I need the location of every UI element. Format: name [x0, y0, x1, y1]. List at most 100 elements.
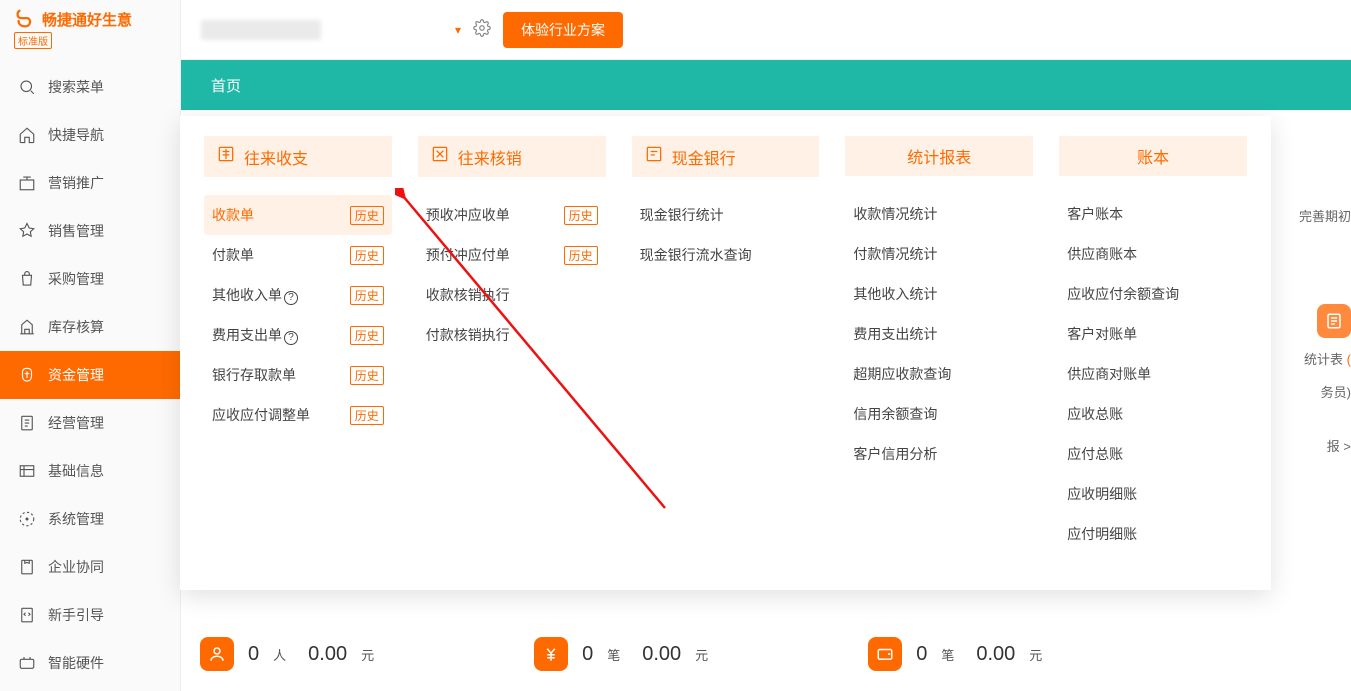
mega-column-4: 账本客户账本供应商账本应收应付余额查询客户对账单供应商对账单应收总账应付总账应收… — [1059, 136, 1247, 554]
history-tag[interactable]: 历史 — [564, 246, 598, 265]
sidebar-nav: 搜索菜单快捷导航营销推广销售管理采购管理库存核算资金管理经营管理基础信息系统管理… — [0, 53, 180, 691]
mega-item[interactable]: 费用支出统计 — [845, 314, 1033, 354]
mega-item-label: 客户对账单 — [1067, 324, 1137, 344]
sidebar-item-6[interactable]: 资金管理 — [0, 351, 180, 399]
mega-item[interactable]: 银行存取款单历史 — [204, 355, 392, 395]
mega-column-header: 统计报表 — [845, 136, 1033, 176]
sidebar-item-4[interactable]: 采购管理 — [0, 255, 180, 303]
history-tag[interactable]: 历史 — [350, 206, 384, 225]
mega-item[interactable]: 供应商对账单 — [1059, 354, 1247, 394]
mega-item-label: 现金银行流水查询 — [640, 245, 752, 265]
help-icon: ? — [284, 331, 298, 345]
mega-item-label: 收款核销执行 — [426, 285, 510, 305]
mega-item[interactable]: 应付明细账 — [1059, 514, 1247, 554]
mega-item[interactable]: 其他收入单?历史 — [204, 275, 392, 315]
stat-unit: 人 — [273, 645, 286, 664]
history-tag[interactable]: 历史 — [350, 366, 384, 385]
mega-item[interactable]: 应收应付调整单历史 — [204, 395, 392, 435]
sidebar-item-label: 基础信息 — [48, 461, 104, 481]
trial-button[interactable]: 体验行业方案 — [503, 12, 623, 48]
stat-value: 0.00 — [976, 643, 1015, 666]
sidebar-item-label: 库存核算 — [48, 317, 104, 337]
column-icon — [216, 144, 236, 169]
sidebar-item-label: 系统管理 — [48, 509, 104, 529]
sidebar-item-9[interactable]: 系统管理 — [0, 495, 180, 543]
sidebar-item-7[interactable]: 经营管理 — [0, 399, 180, 447]
mega-item[interactable]: 信用余额查询 — [845, 394, 1033, 434]
column-title: 往来收支 — [244, 145, 308, 169]
mega-item-label: 信用余额查询 — [853, 404, 937, 424]
sidebar-item-0[interactable]: 搜索菜单 — [0, 63, 180, 111]
mega-item[interactable]: 应收总账 — [1059, 394, 1247, 434]
history-tag[interactable]: 历史 — [564, 206, 598, 225]
mega-item[interactable]: 收款核销执行 — [418, 275, 606, 315]
mega-item-label: 现金银行统计 — [640, 205, 724, 225]
topbar: ▾ 体验行业方案 — [181, 0, 1351, 60]
sidebar-item-1[interactable]: 快捷导航 — [0, 111, 180, 159]
stat-deals-1: 0笔 0.00元 — [534, 637, 708, 671]
stat-currency: 元 — [1029, 645, 1042, 664]
history-tag[interactable]: 历史 — [350, 406, 384, 425]
mega-item[interactable]: 预付冲应付单 历史 — [418, 235, 606, 275]
sidebar-item-8[interactable]: 基础信息 — [0, 447, 180, 495]
mega-item[interactable]: 其他收入统计 — [845, 274, 1033, 314]
sidebar-item-label: 快捷导航 — [48, 125, 104, 145]
stat-unit: 笔 — [607, 645, 620, 664]
mega-column-header: 往来收支 — [204, 136, 392, 177]
sidebar-item-2[interactable]: 营销推广 — [0, 159, 180, 207]
sidebar-item-label: 经营管理 — [48, 413, 104, 433]
mega-item-label: 其他收入统计 — [853, 284, 937, 304]
gear-icon[interactable] — [473, 19, 491, 40]
tab-bar: 首页 — [181, 60, 1351, 110]
mega-item[interactable]: 现金银行统计 — [632, 195, 820, 235]
mega-item[interactable]: 客户信用分析 — [845, 434, 1033, 474]
history-tag[interactable]: 历史 — [350, 286, 384, 305]
mega-item[interactable]: 预收冲应收单历史 — [418, 195, 606, 235]
mega-item[interactable]: 应付总账 — [1059, 434, 1247, 474]
mega-menu: 往来收支收款单历史付款单历史其他收入单?历史费用支出单?历史银行存取款单历史应收… — [180, 116, 1271, 590]
mega-item[interactable]: 供应商账本 — [1059, 234, 1247, 274]
mega-item[interactable]: 付款情况统计 — [845, 234, 1033, 274]
stat-number: 0 — [582, 643, 593, 666]
mega-item[interactable]: 付款单 历史 — [204, 235, 392, 275]
sidebar-item-11[interactable]: 新手引导 — [0, 591, 180, 639]
help-icon: ? — [284, 291, 298, 305]
mega-item-label: 应收明细账 — [1067, 484, 1137, 504]
mega-item-label: 付款单 — [212, 245, 254, 265]
mega-item[interactable]: 收款情况统计 — [845, 194, 1033, 234]
mega-item[interactable]: 超期应收款查询 — [845, 354, 1033, 394]
sidebar-item-12[interactable]: 智能硬件 — [0, 639, 180, 687]
column-icon — [430, 144, 450, 169]
sidebar-item-5[interactable]: 库存核算 — [0, 303, 180, 351]
mega-column-1: 往来核销预收冲应收单历史预付冲应付单 历史收款核销执行付款核销执行 — [418, 136, 606, 554]
history-tag[interactable]: 历史 — [350, 326, 384, 345]
tab-home[interactable]: 首页 — [197, 75, 255, 96]
mega-item-label: 客户信用分析 — [853, 444, 937, 464]
mega-item-label: 付款情况统计 — [853, 244, 937, 264]
mega-item-label: 预付冲应付单 — [426, 245, 510, 265]
mega-item[interactable]: 付款核销执行 — [418, 315, 606, 355]
mega-item[interactable]: 应收明细账 — [1059, 474, 1247, 514]
mega-item[interactable]: 费用支出单?历史 — [204, 315, 392, 355]
mega-item[interactable]: 收款单历史 — [204, 195, 392, 235]
report-icon — [1317, 304, 1351, 338]
stat-value: 0.00 — [308, 643, 347, 666]
sidebar-item-label: 新手引导 — [48, 605, 104, 625]
partial-right-content: 完善期初 统计表 ( 务员) 报 > — [1299, 200, 1351, 464]
hint-line: 务员) — [1321, 385, 1351, 400]
mega-item-label: 应收应付余额查询 — [1067, 284, 1179, 304]
mega-item[interactable]: 客户对账单 — [1059, 314, 1247, 354]
sidebar-item-3[interactable]: 销售管理 — [0, 207, 180, 255]
column-title: 现金银行 — [672, 145, 736, 169]
mega-column-0: 往来收支收款单历史付款单历史其他收入单?历史费用支出单?历史银行存取款单历史应收… — [204, 136, 392, 554]
mega-item[interactable]: 应收应付余额查询 — [1059, 274, 1247, 314]
sidebar-item-label: 营销推广 — [48, 173, 104, 193]
org-selector[interactable]: ▾ — [201, 20, 461, 40]
mega-item-label: 供应商账本 — [1067, 244, 1137, 264]
column-title: 往来核销 — [458, 145, 522, 169]
mega-item[interactable]: 现金银行流水查询 — [632, 235, 820, 275]
sidebar-item-10[interactable]: 企业协同 — [0, 543, 180, 591]
history-tag[interactable]: 历史 — [350, 246, 384, 265]
mega-item[interactable]: 客户账本 — [1059, 194, 1247, 234]
column-title: 统计报表 — [907, 144, 971, 168]
